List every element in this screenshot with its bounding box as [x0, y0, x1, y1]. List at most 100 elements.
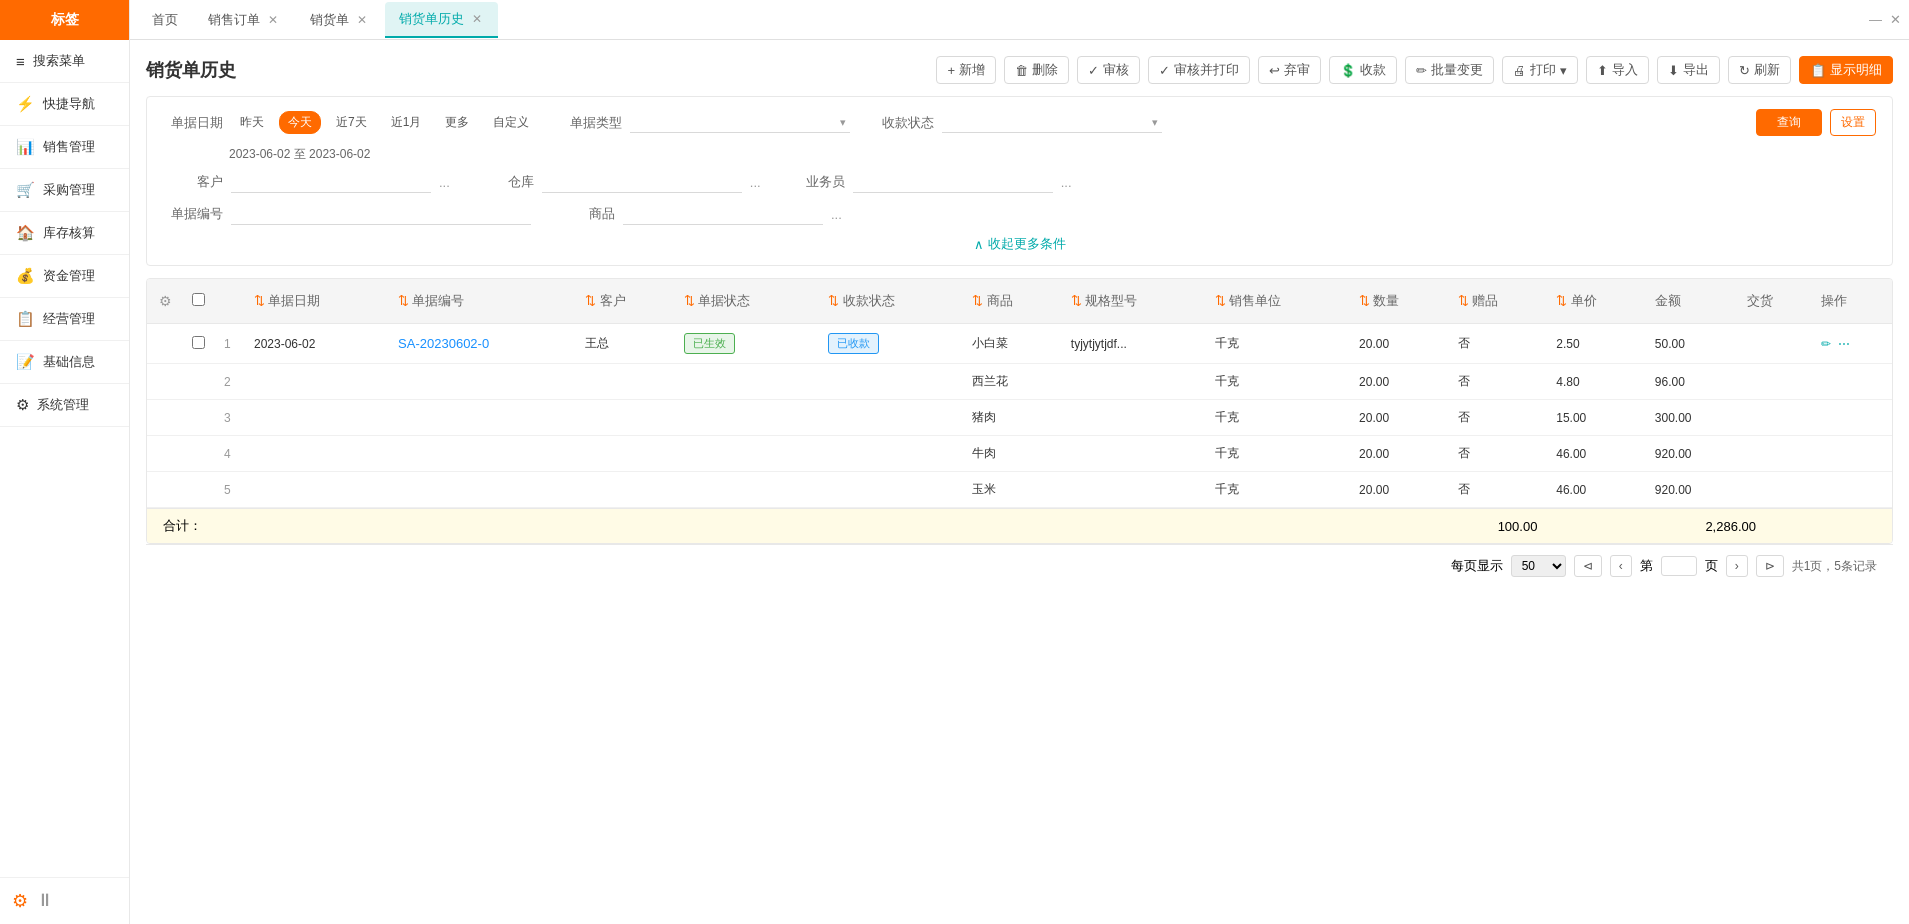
sidebar-item-quick-nav[interactable]: ⚡ 快捷导航	[0, 83, 129, 126]
collect-status-select[interactable]: ▾	[942, 113, 1162, 133]
collect-button[interactable]: 💲 收款	[1329, 56, 1397, 84]
sidebar-item-ops-mgmt[interactable]: 📋 经营管理	[0, 298, 129, 341]
import-button[interactable]: ⬆ 导入	[1586, 56, 1649, 84]
print-dropdown-icon: ▾	[1560, 63, 1567, 78]
tab-sales-history[interactable]: 销货单历史 ✕	[385, 2, 498, 38]
minimize-icon[interactable]: —	[1869, 12, 1882, 27]
edit-action-btn[interactable]: ✏	[1821, 337, 1831, 351]
date-btn-1month[interactable]: 近1月	[382, 111, 431, 134]
sort-icon[interactable]: ⇅	[684, 293, 695, 308]
sort-icon[interactable]: ⇅	[398, 293, 409, 308]
warehouse-input[interactable]	[542, 171, 742, 193]
row-customer	[577, 472, 676, 508]
settings-filter-button[interactable]: 设置	[1830, 109, 1876, 136]
sort-icon[interactable]: ⇅	[1071, 293, 1082, 308]
batch-change-button[interactable]: ✏ 批量变更	[1405, 56, 1494, 84]
sort-icon[interactable]: ⇅	[828, 293, 839, 308]
audit-button[interactable]: ✓ 审核	[1077, 56, 1140, 84]
sort-icon[interactable]: ⇅	[1215, 293, 1226, 308]
close-icon[interactable]: ✕	[1890, 12, 1901, 27]
row-quantity: 20.00	[1351, 364, 1450, 400]
tab-sales-history-close[interactable]: ✕	[470, 12, 484, 26]
staff-input[interactable]	[853, 171, 1053, 193]
collapse-button[interactable]: ∧ 收起更多条件	[163, 235, 1876, 253]
sidebar-item-sys-mgmt[interactable]: ⚙ 系统管理	[0, 384, 129, 427]
show-detail-icon: 📋	[1810, 63, 1826, 78]
page-input[interactable]: 1	[1661, 556, 1697, 576]
batch-change-icon: ✏	[1416, 63, 1427, 78]
sort-icon[interactable]: ⇅	[585, 293, 596, 308]
prev-page-button[interactable]: ‹	[1610, 555, 1632, 577]
tab-sales-order-close[interactable]: ✕	[266, 13, 280, 27]
sidebar-item-sales-mgmt[interactable]: 📊 销售管理	[0, 126, 129, 169]
sidebar-settings-icon[interactable]: ⚙	[12, 890, 28, 912]
sidebar-item-label: 库存核算	[43, 224, 95, 242]
date-btn-custom[interactable]: 自定义	[484, 111, 538, 134]
date-btn-7days[interactable]: 近7天	[327, 111, 376, 134]
last-page-button[interactable]: ⊳	[1756, 555, 1784, 577]
sort-icon[interactable]: ⇅	[972, 293, 983, 308]
customer-ellipsis[interactable]: ...	[439, 175, 450, 190]
customer-label: 客户	[163, 173, 223, 191]
export-button[interactable]: ⬇ 导出	[1657, 56, 1720, 84]
tab-sales-delivery[interactable]: 销货单 ✕	[296, 2, 383, 38]
query-button[interactable]: 查询	[1756, 109, 1822, 136]
more-action-btn[interactable]: ⋯	[1838, 337, 1850, 351]
audit-print-button[interactable]: ✓ 审核并打印	[1148, 56, 1250, 84]
staff-ellipsis[interactable]: ...	[1061, 175, 1072, 190]
new-button[interactable]: + 新增	[936, 56, 996, 84]
sidebar-item-label: 资金管理	[43, 267, 95, 285]
row-checkbox[interactable]	[192, 336, 205, 349]
row-unit-price: 46.00	[1548, 472, 1647, 508]
sidebar-item-finance-mgmt[interactable]: 💰 资金管理	[0, 255, 129, 298]
tab-sales-order[interactable]: 销售订单 ✕	[194, 2, 294, 38]
first-page-button[interactable]: ⊲	[1574, 555, 1602, 577]
row-amount: 96.00	[1647, 364, 1739, 400]
row-doc-status	[676, 472, 820, 508]
warehouse-ellipsis[interactable]: ...	[750, 175, 761, 190]
goods-input[interactable]	[623, 203, 823, 225]
date-btn-today[interactable]: 今天	[279, 111, 321, 134]
sidebar-collapse-icon[interactable]: ⏸	[36, 890, 54, 912]
next-page-button[interactable]: ›	[1726, 555, 1748, 577]
sidebar-item-search-menu[interactable]: ≡ 搜索菜单	[0, 40, 129, 83]
date-btn-yesterday[interactable]: 昨天	[231, 111, 273, 134]
delete-button[interactable]: 🗑 删除	[1004, 56, 1069, 84]
doc-no-link[interactable]: SA-20230602-0	[398, 336, 489, 351]
tab-sales-delivery-close[interactable]: ✕	[355, 13, 369, 27]
sort-icon[interactable]: ⇅	[1556, 293, 1567, 308]
filter-goods: 商品 ...	[555, 203, 842, 225]
show-detail-button[interactable]: 📋 显示明细	[1799, 56, 1893, 84]
sort-icon[interactable]: ⇅	[1458, 293, 1469, 308]
row-quantity: 20.00	[1351, 324, 1450, 364]
doc-type-select[interactable]: ▾	[630, 113, 850, 133]
transaction-col-header: 交货	[1739, 279, 1813, 324]
select-all-checkbox[interactable]	[192, 293, 205, 306]
row-transaction	[1739, 400, 1813, 436]
sort-icon[interactable]: ⇅	[1359, 293, 1370, 308]
goods-ellipsis[interactable]: ...	[831, 207, 842, 222]
sidebar-item-basic-info[interactable]: 📝 基础信息	[0, 341, 129, 384]
date-range-text: 2023-06-02 至 2023-06-02	[229, 147, 370, 161]
filter-row-2: 客户 ... 仓库 ... 业务员 ...	[163, 171, 1876, 193]
per-page-select[interactable]: 50 100 200	[1511, 555, 1566, 577]
row-gift: 否	[1450, 436, 1549, 472]
doc-no-input[interactable]	[231, 203, 531, 225]
sidebar-item-inventory-calc[interactable]: 🏠 库存核算	[0, 212, 129, 255]
customer-input[interactable]	[231, 171, 431, 193]
refresh-button[interactable]: ↻ 刷新	[1728, 56, 1791, 84]
sidebar-item-purchase-mgmt[interactable]: 🛒 采购管理	[0, 169, 129, 212]
date-range-display: 2023-06-02 至 2023-06-02	[229, 146, 1876, 163]
tab-home[interactable]: 首页	[138, 2, 192, 38]
settings-cell	[147, 400, 184, 436]
filter-action-btns: 查询 设置	[1756, 109, 1876, 136]
sort-icon[interactable]: ⇅	[254, 293, 265, 308]
ops-icon: 📋	[16, 310, 35, 328]
delete-icon: 🗑	[1015, 63, 1028, 78]
row-unit-price: 2.50	[1548, 324, 1647, 364]
print-button[interactable]: 🖨 打印 ▾	[1502, 56, 1578, 84]
abandon-button[interactable]: ↩ 弃审	[1258, 56, 1321, 84]
date-btn-more[interactable]: 更多	[436, 111, 478, 134]
table-settings-button[interactable]: ⚙	[155, 289, 176, 313]
row-goods: 玉米	[964, 472, 1063, 508]
